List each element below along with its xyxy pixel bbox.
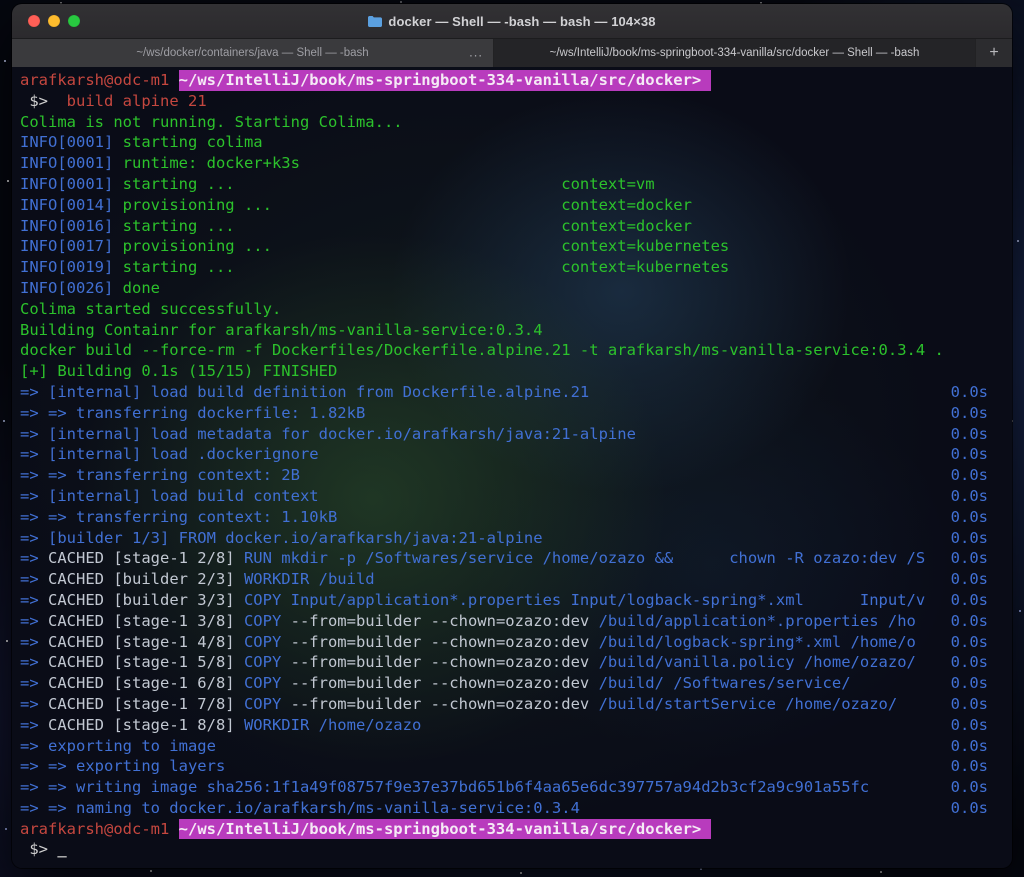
terminal-line: INFO[0016] starting ... context=docker (20, 216, 692, 235)
terminal-line: => CACHED [stage-1 2/8] RUN mkdir -p /So… (20, 549, 988, 568)
terminal-line: Colima started successfully. (20, 299, 282, 318)
terminal-content[interactable]: arafkarsh@odc-m1 ~/ws/IntelliJ/book/ms-s… (12, 67, 1012, 868)
terminal-window: docker — Shell — -bash — bash — 104×38 ~… (12, 4, 1012, 868)
duration-label: 0.0s (950, 611, 988, 630)
terminal-line: => [internal] load .dockerignore 0.0s (20, 445, 988, 464)
zoom-button[interactable] (68, 15, 80, 27)
folder-icon (368, 15, 383, 27)
duration-label: 0.0s (950, 653, 988, 672)
terminal-line: => => transferring context: 2B 0.0s (20, 466, 988, 485)
terminal-line: $> _ (20, 840, 67, 859)
terminal-line: => => naming to docker.io/arafkarsh/ms-v… (20, 798, 988, 817)
terminal-line: => [internal] load build definition from… (20, 382, 988, 401)
terminal-line: => [internal] load metadata for docker.i… (20, 424, 988, 443)
new-tab-button[interactable]: + (976, 39, 1012, 67)
duration-label: 0.0s (950, 570, 988, 589)
duration-label: 0.0s (950, 445, 988, 464)
terminal-line: => CACHED [stage-1 8/8] WORKDIR /home/oz… (20, 715, 988, 734)
terminal-line: [+] Building 0.1s (15/15) FINISHED (20, 362, 338, 381)
duration-label: 0.0s (950, 778, 988, 797)
terminal-line: => => transferring context: 1.10kB 0.0s (20, 507, 988, 526)
window-titlebar[interactable]: docker — Shell — -bash — bash — 104×38 (12, 4, 1012, 39)
terminal-line: INFO[0017] provisioning ... context=kube… (20, 237, 730, 256)
duration-label: 0.0s (950, 403, 988, 422)
duration-label: 0.0s (950, 798, 988, 817)
duration-label: 0.0s (950, 736, 988, 755)
terminal-line: => CACHED [stage-1 6/8] COPY --from=buil… (20, 674, 988, 693)
terminal-line: => => exporting layers 0.0s (20, 757, 988, 776)
terminal-line: INFO[0001] runtime: docker+k3s (20, 154, 300, 173)
terminal-line: => exporting to image 0.0s (20, 736, 988, 755)
terminal-line: arafkarsh@odc-m1 ~/ws/IntelliJ/book/ms-s… (20, 818, 711, 840)
terminal-line: => CACHED [stage-1 7/8] COPY --from=buil… (20, 694, 988, 713)
terminal-line: => CACHED [stage-1 3/8] COPY --from=buil… (20, 611, 988, 630)
title-area: docker — Shell — -bash — bash — 104×38 (368, 14, 655, 29)
terminal-cursor: _ (57, 840, 67, 859)
terminal-line: Building Containr for arafkarsh/ms-vanil… (20, 320, 543, 339)
tab-label: ~/ws/IntelliJ/book/ms-springboot-334-van… (549, 47, 920, 59)
terminal-line: => CACHED [stage-1 5/8] COPY --from=buil… (20, 653, 988, 672)
traffic-lights (28, 4, 80, 38)
prompt-path: ~/ws/IntelliJ/book/ms-springboot-334-van… (178, 70, 711, 91)
terminal-line: INFO[0019] starting ... context=kubernet… (20, 258, 730, 277)
duration-label: 0.0s (950, 757, 988, 776)
duration-label: 0.0s (950, 715, 988, 734)
terminal-line: arafkarsh@odc-m1 ~/ws/IntelliJ/book/ms-s… (20, 70, 711, 91)
duration-label: 0.0s (950, 674, 988, 693)
duration-label: 0.0s (950, 549, 988, 568)
tab-docker-containers-java[interactable]: ~/ws/docker/containers/java — Shell — -b… (12, 39, 494, 67)
terminal-line: INFO[0014] provisioning ... context=dock… (20, 195, 692, 214)
duration-label: 0.0s (950, 632, 988, 651)
prompt-path: ~/ws/IntelliJ/book/ms-springboot-334-van… (178, 818, 711, 840)
terminal-line: $> build alpine 21 (20, 91, 207, 110)
duration-label: 0.0s (950, 507, 988, 526)
window-title: docker — Shell — -bash — bash — 104×38 (388, 13, 656, 29)
duration-label: 0.0s (950, 466, 988, 485)
tab-overflow-button[interactable]: ... (469, 44, 483, 59)
terminal-line: => => transferring dockerfile: 1.82kB 0.0… (20, 403, 988, 422)
minimize-button[interactable] (48, 15, 60, 27)
terminal-line: INFO[0001] starting ... context=vm (20, 174, 655, 193)
duration-label: 0.0s (950, 382, 988, 401)
terminal-line: => [internal] load build context 0.0s (20, 486, 988, 505)
terminal-line: => CACHED [builder 3/3] COPY Input/appli… (20, 590, 988, 609)
terminal-line: => => writing image sha256:1f1a49f08757f… (20, 778, 988, 797)
terminal-line: INFO[0001] starting colima (20, 133, 263, 152)
terminal-line: => CACHED [builder 2/3] WORKDIR /build 0.… (20, 570, 988, 589)
duration-label: 0.0s (950, 694, 988, 713)
terminal-line: INFO[0026] done (20, 278, 160, 297)
terminal-line: => CACHED [stage-1 4/8] COPY --from=buil… (20, 632, 988, 651)
tab-bar: ~/ws/docker/containers/java — Shell — -b… (12, 39, 1012, 67)
tab-ms-springboot-docker[interactable]: ~/ws/IntelliJ/book/ms-springboot-334-van… (494, 39, 976, 67)
close-button[interactable] (28, 15, 40, 27)
duration-label: 0.0s (950, 528, 988, 547)
tab-label: ~/ws/docker/containers/java — Shell — -b… (136, 47, 369, 59)
terminal-line: docker build --force-rm -f Dockerfiles/D… (20, 341, 944, 360)
duration-label: 0.0s (950, 590, 988, 609)
terminal-line: Colima is not running. Starting Colima..… (20, 112, 403, 131)
duration-label: 0.0s (950, 424, 988, 443)
duration-label: 0.0s (950, 486, 988, 505)
terminal-line: => [builder 1/3] FROM docker.io/arafkars… (20, 528, 988, 547)
